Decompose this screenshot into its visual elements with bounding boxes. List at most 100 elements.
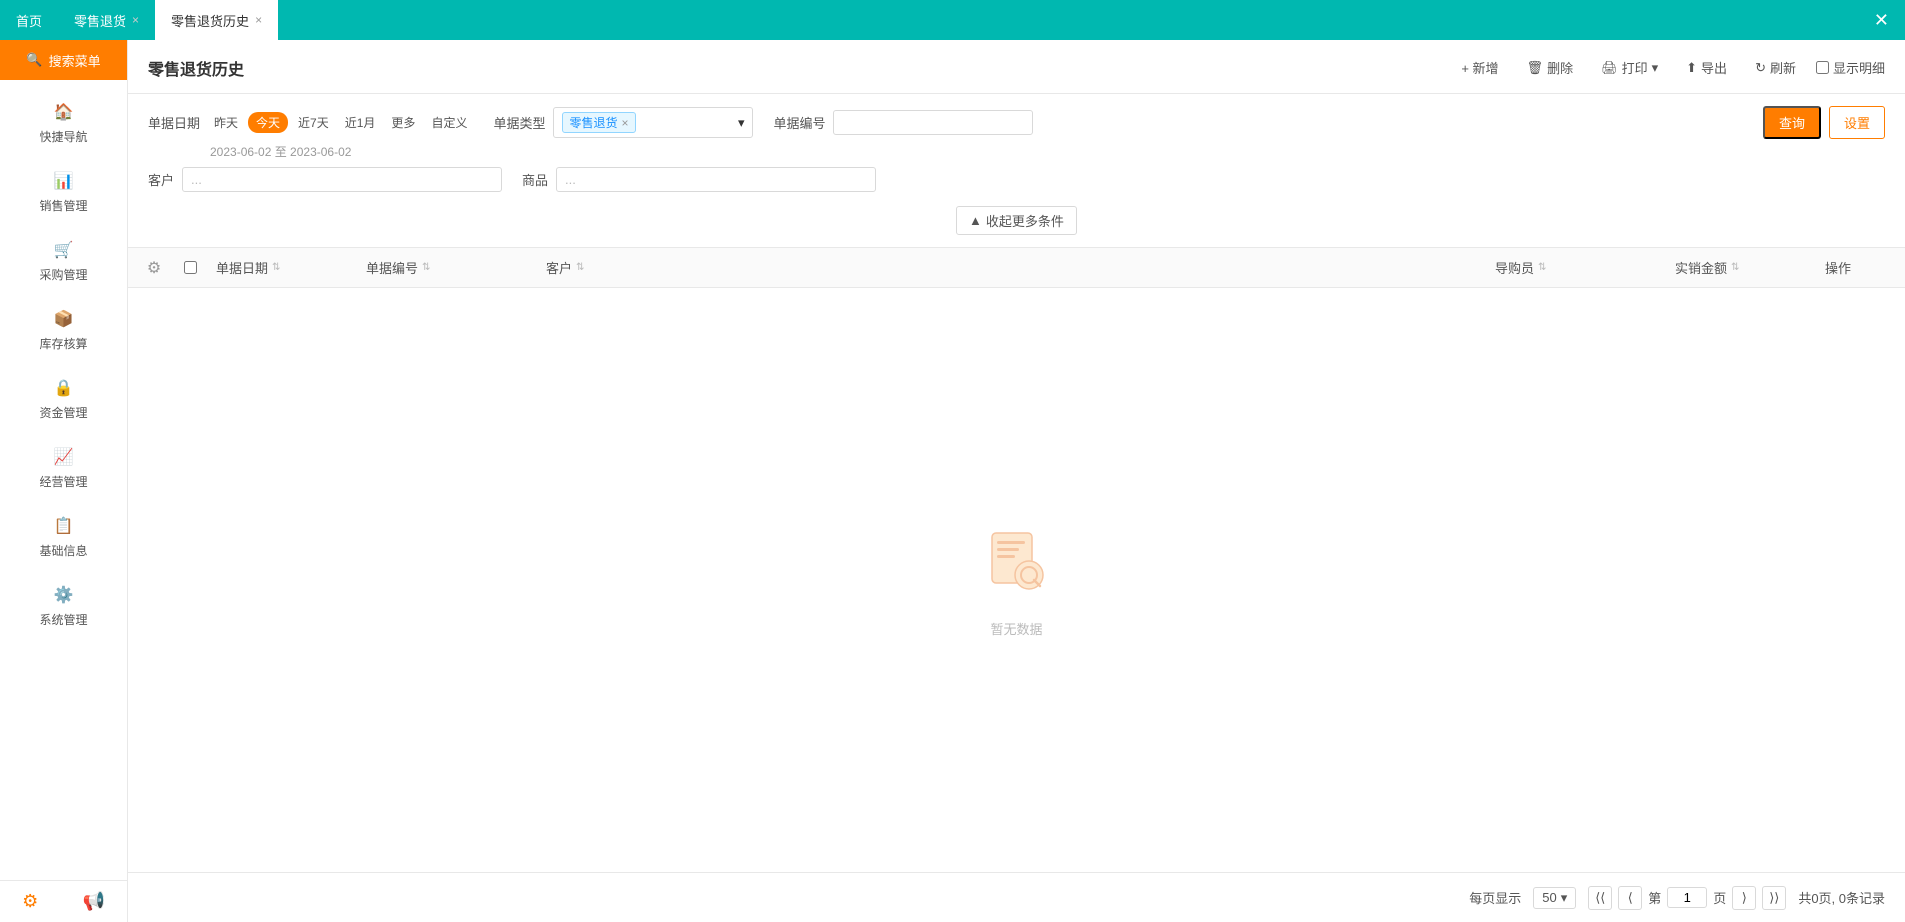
- export-icon: ⬆: [1686, 60, 1697, 76]
- doc-type-filter-group: 单据类型 零售退货 × ▾: [493, 107, 753, 138]
- next-page-button[interactable]: ⟩: [1732, 886, 1756, 910]
- tab-home[interactable]: 首页: [0, 0, 58, 40]
- date-filter-group: 单据日期 昨天 今天 近7天 近1月 更多 自定义: [148, 112, 473, 133]
- th-guide-sort-icon: ⇅: [1538, 262, 1546, 273]
- settings-bottom-icon[interactable]: ⚙: [22, 891, 38, 912]
- page-size-select[interactable]: 50 ▾: [1533, 887, 1576, 909]
- settings-button[interactable]: 设置: [1829, 106, 1885, 139]
- print-button[interactable]: 🖨 打印 ▾: [1593, 54, 1666, 81]
- total-info: 共0页, 0条记录: [1798, 888, 1885, 907]
- sidebar: 🔍 搜索菜单 🏠 快捷导航 📊 销售管理 🛒 采购管理 📦 库存核算 🔒: [0, 40, 128, 922]
- th-customer[interactable]: 客户 ⇅: [538, 258, 1487, 277]
- th-number[interactable]: 单据编号 ⇅: [358, 258, 538, 277]
- th-action: 操作: [1817, 258, 1897, 277]
- empty-icon: [977, 523, 1057, 603]
- print-dropdown-icon: ▾: [1652, 60, 1659, 76]
- sidebar-bottom: ⚙ 📢: [0, 880, 127, 922]
- tab-home-label: 首页: [16, 11, 42, 30]
- tab-retail-return-history-label: 零售退货历史: [171, 11, 249, 30]
- operations-icon: 📈: [52, 445, 76, 469]
- sidebar-item-quick-nav[interactable]: 🏠 快捷导航: [0, 88, 127, 157]
- page-header-top: 零售退货历史 + 新增 🗑 删除 🖨 打印 ▾ ⬆: [148, 54, 1885, 81]
- doc-type-tag-close[interactable]: ×: [621, 116, 628, 130]
- table-settings-icon[interactable]: ⚙: [136, 258, 172, 278]
- sidebar-item-basic-info[interactable]: 📋 基础信息: [0, 502, 127, 571]
- page-size-value: 50: [1542, 890, 1556, 905]
- select-all-input[interactable]: [184, 261, 197, 274]
- sidebar-item-operations[interactable]: 📈 经营管理: [0, 433, 127, 502]
- content-area: 零售退货历史 + 新增 🗑 删除 🖨 打印 ▾ ⬆: [128, 40, 1905, 922]
- sidebar-item-purchase-mgmt[interactable]: 🛒 采购管理: [0, 226, 127, 295]
- customer-placeholder: ...: [191, 172, 202, 187]
- th-amount[interactable]: 实销金额 ⇅: [1667, 258, 1817, 277]
- purchase-mgmt-icon: 🛒: [52, 238, 76, 262]
- empty-state: 暂无数据: [128, 288, 1905, 872]
- tab-retail-return-close[interactable]: ×: [132, 13, 139, 27]
- date-btn-custom[interactable]: 自定义: [425, 112, 473, 133]
- th-amount-sort-icon: ⇅: [1731, 262, 1739, 273]
- th-date[interactable]: 单据日期 ⇅: [208, 258, 358, 277]
- doc-type-label: 单据类型: [493, 113, 545, 132]
- basic-info-icon: 📋: [52, 514, 76, 538]
- sidebar-item-quick-nav-label: 快捷导航: [39, 128, 87, 145]
- sidebar-item-basic-info-label: 基础信息: [39, 542, 87, 559]
- pagination-bar: 每页显示 50 ▾ ⟨⟨ ⟨ 第 页 ⟩ ⟩⟩ 共0页, 0条记录: [128, 872, 1905, 922]
- last-page-button[interactable]: ⟩⟩: [1762, 886, 1786, 910]
- tab-retail-return-history[interactable]: 零售退货历史 ×: [155, 0, 278, 40]
- page-size-dropdown-icon: ▾: [1561, 890, 1568, 906]
- sidebar-item-inventory-label: 库存核算: [39, 335, 87, 352]
- finance-icon: 🔒: [52, 376, 76, 400]
- collapse-label: 收起更多条件: [986, 211, 1064, 230]
- tab-retail-return-label: 零售退货: [74, 11, 126, 30]
- sidebar-search[interactable]: 🔍 搜索菜单: [0, 40, 127, 80]
- sidebar-item-system-mgmt[interactable]: ⚙️ 系统管理: [0, 571, 127, 640]
- notification-icon[interactable]: 📢: [82, 891, 104, 912]
- print-icon: 🖨: [1601, 60, 1618, 76]
- sidebar-search-label: 搜索菜单: [49, 51, 101, 70]
- delete-button[interactable]: 🗑 删除: [1519, 54, 1582, 81]
- doc-number-input[interactable]: [833, 110, 1033, 135]
- export-button[interactable]: ⬆ 导出: [1678, 54, 1735, 81]
- filter-row-2: 客户 ... 商品 ...: [148, 167, 1885, 192]
- customer-select[interactable]: ...: [182, 167, 502, 192]
- sidebar-item-inventory[interactable]: 📦 库存核算: [0, 295, 127, 364]
- page-header: 零售退货历史 + 新增 🗑 删除 🖨 打印 ▾ ⬆: [128, 40, 1905, 94]
- tab-list: 首页 零售退货 × 零售退货历史 ×: [0, 0, 1874, 40]
- th-action-label: 操作: [1825, 258, 1851, 277]
- date-btn-7days[interactable]: 近7天: [292, 112, 335, 133]
- date-btn-today[interactable]: 今天: [248, 112, 288, 133]
- tab-retail-return[interactable]: 零售退货 ×: [58, 0, 155, 40]
- tab-retail-return-history-close[interactable]: ×: [255, 13, 262, 27]
- refresh-button-label: 刷新: [1770, 58, 1796, 77]
- query-button[interactable]: 查询: [1763, 106, 1821, 139]
- system-mgmt-icon: ⚙️: [52, 583, 76, 607]
- show-detail-input[interactable]: [1816, 61, 1829, 74]
- show-detail-checkbox[interactable]: 显示明细: [1816, 58, 1885, 77]
- date-btn-1month[interactable]: 近1月: [339, 112, 382, 133]
- page-unit: 页: [1713, 888, 1726, 907]
- current-page-input[interactable]: [1667, 887, 1707, 908]
- collapse-button[interactable]: ▲ 收起更多条件: [956, 206, 1077, 235]
- first-page-button[interactable]: ⟨⟨: [1588, 886, 1612, 910]
- window-close-button[interactable]: ✕: [1874, 10, 1905, 31]
- delete-icon: 🗑: [1527, 60, 1544, 76]
- sidebar-item-sales-mgmt-label: 销售管理: [39, 197, 87, 214]
- date-btn-more[interactable]: 更多: [385, 112, 421, 133]
- new-button-label: + 新增: [1461, 58, 1498, 77]
- table-header: ⚙ 单据日期 ⇅ 单据编号 ⇅ 客户 ⇅ 导购员 ⇅: [128, 248, 1905, 288]
- sidebar-item-finance[interactable]: 🔒 资金管理: [0, 364, 127, 433]
- refresh-button[interactable]: ↻ 刷新: [1747, 54, 1804, 81]
- prev-page-button[interactable]: ⟨: [1618, 886, 1642, 910]
- inventory-icon: 📦: [52, 307, 76, 331]
- sidebar-item-finance-label: 资金管理: [39, 404, 87, 421]
- th-guide[interactable]: 导购员 ⇅: [1487, 258, 1667, 277]
- main-layout: 🔍 搜索菜单 🏠 快捷导航 📊 销售管理 🛒 采购管理 📦 库存核算 🔒: [0, 40, 1905, 922]
- goods-select[interactable]: ...: [556, 167, 876, 192]
- sidebar-item-operations-label: 经营管理: [39, 473, 87, 490]
- table-select-all-checkbox[interactable]: [172, 261, 208, 274]
- date-btn-yesterday[interactable]: 昨天: [208, 112, 244, 133]
- doc-type-select[interactable]: 零售退货 × ▾: [553, 107, 753, 138]
- sidebar-item-sales-mgmt[interactable]: 📊 销售管理: [0, 157, 127, 226]
- delete-button-label: 删除: [1547, 58, 1573, 77]
- new-button[interactable]: + 新增: [1453, 54, 1506, 81]
